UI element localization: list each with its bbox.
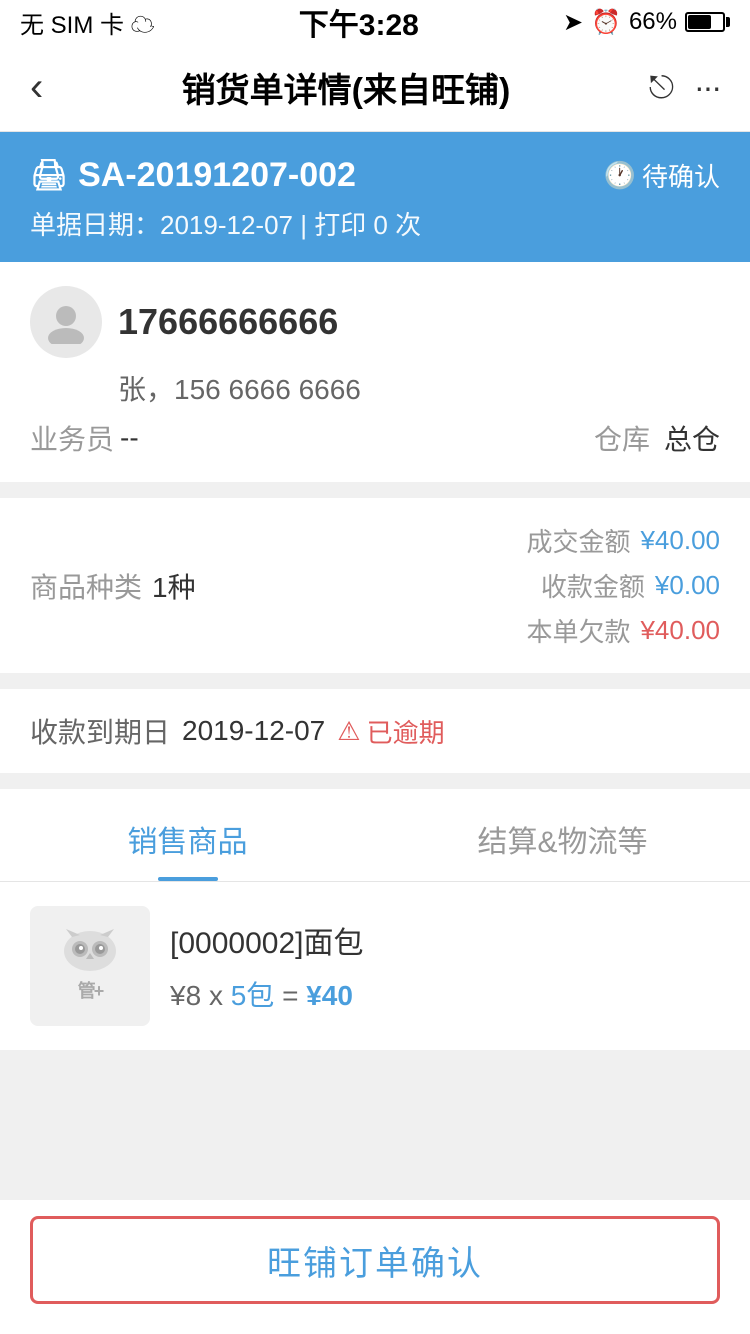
tab-sales-product[interactable]: 销售商品 bbox=[0, 789, 375, 881]
page-title: 销货单详情(来自旺铺) bbox=[182, 63, 511, 112]
order-date: 单据日期：2019-12-07 | 打印 0 次 bbox=[30, 205, 720, 242]
avatar bbox=[30, 286, 102, 358]
equals-sign: = bbox=[282, 980, 306, 1011]
status-time: 下午3:28 bbox=[299, 0, 419, 44]
product-item: 管+ [0000002]面包 ¥8 x 5包 = ¥40 bbox=[30, 906, 720, 1026]
confirm-wangpu-button[interactable]: 旺铺订单确认 bbox=[30, 1216, 720, 1304]
due-section: 收款到期日 2019-12-07 ⚠ 已逾期 bbox=[0, 689, 750, 773]
due-label: 收款到期日 bbox=[30, 711, 170, 751]
order-icon: 🖨 bbox=[30, 158, 68, 193]
warehouse-label: 仓库 bbox=[594, 418, 650, 458]
nav-right: ⎋ ··· bbox=[649, 69, 720, 107]
product-name: [0000002]面包 bbox=[170, 918, 720, 962]
warehouse-value: 总仓 bbox=[664, 418, 720, 458]
owed-value: ¥40.00 bbox=[640, 615, 720, 646]
tabs-section: 销售商品 结算&物流等 bbox=[0, 789, 750, 1050]
tab-settlement[interactable]: 结算&物流等 bbox=[375, 789, 750, 881]
customer-phone: 17666666666 bbox=[118, 301, 338, 343]
alarm-icon: ⏰ bbox=[591, 8, 621, 37]
status-left: 无 SIM 卡 ☁ bbox=[20, 5, 155, 40]
category-label: 商品种类 bbox=[30, 566, 142, 606]
back-button[interactable]: ‹ bbox=[30, 65, 43, 110]
category-value: 1种 bbox=[152, 566, 196, 606]
customer-section: 17666666666 张，156 6666 6666 业务员 -- 仓库 总仓 bbox=[0, 262, 750, 482]
overdue-text: 已逾期 bbox=[367, 713, 445, 750]
product-section: 管+ [0000002]面包 ¥8 x 5包 = ¥40 bbox=[0, 882, 750, 1050]
due-date: 2019-12-07 bbox=[182, 715, 325, 747]
multiply-sign: x bbox=[209, 980, 231, 1011]
summary-section: 商品种类 1种 成交金额 ¥40.00 收款金额 ¥0.00 本单欠款 ¥40.… bbox=[0, 498, 750, 673]
order-id: 🖨 SA-20191207-002 bbox=[30, 156, 356, 195]
share-icon[interactable]: ⎋ bbox=[649, 69, 674, 107]
clock-icon: 🕐 bbox=[604, 160, 636, 191]
product-thumbnail: 管+ bbox=[30, 906, 150, 1026]
product-qty: 5包 bbox=[231, 980, 275, 1011]
brand-plus: 管+ bbox=[78, 977, 103, 1003]
battery-icon bbox=[685, 12, 730, 32]
received-value: ¥0.00 bbox=[655, 570, 720, 601]
battery-text: 66% bbox=[629, 8, 677, 36]
owed-label: 本单欠款 bbox=[526, 612, 630, 649]
customer-meta: 业务员 -- 仓库 总仓 bbox=[30, 418, 720, 458]
order-header: 🖨 SA-20191207-002 🕐 待确认 单据日期：2019-12-07 … bbox=[0, 132, 750, 262]
warehouse-info: 仓库 总仓 bbox=[594, 418, 720, 458]
order-status: 🕐 待确认 bbox=[604, 157, 720, 194]
no-sim-text: 无 SIM 卡 ☁ bbox=[20, 5, 155, 40]
amount-value: ¥40.00 bbox=[640, 525, 720, 556]
more-icon[interactable]: ··· bbox=[694, 69, 720, 106]
customer-name: 张，156 6666 6666 bbox=[30, 368, 720, 408]
status-bar: 无 SIM 卡 ☁ 下午3:28 ➤ ⏰ 66% bbox=[0, 0, 750, 44]
status-right: ➤ ⏰ 66% bbox=[563, 8, 730, 37]
product-price: ¥8 x 5包 = ¥40 bbox=[170, 974, 720, 1014]
tabs-header: 销售商品 结算&物流等 bbox=[0, 789, 750, 882]
warning-icon: ⚠ bbox=[337, 716, 360, 747]
amount-label: 成交金额 bbox=[526, 522, 630, 559]
overdue-badge: ⚠ 已逾期 bbox=[337, 713, 444, 750]
product-total: ¥40 bbox=[306, 980, 353, 1011]
nav-bar: ‹ 销货单详情(来自旺铺) ⎋ ··· bbox=[0, 44, 750, 132]
received-label: 收款金额 bbox=[541, 567, 645, 604]
nav-left: ‹ bbox=[30, 65, 43, 110]
bottom-bar: 旺铺订单确认 bbox=[0, 1200, 750, 1334]
sales-value: -- bbox=[120, 422, 139, 454]
location-icon: ➤ bbox=[563, 8, 583, 37]
product-info: [0000002]面包 ¥8 x 5包 = ¥40 bbox=[170, 918, 720, 1014]
sales-label: 业务员 bbox=[30, 418, 114, 458]
price-unit: ¥8 bbox=[170, 980, 201, 1011]
